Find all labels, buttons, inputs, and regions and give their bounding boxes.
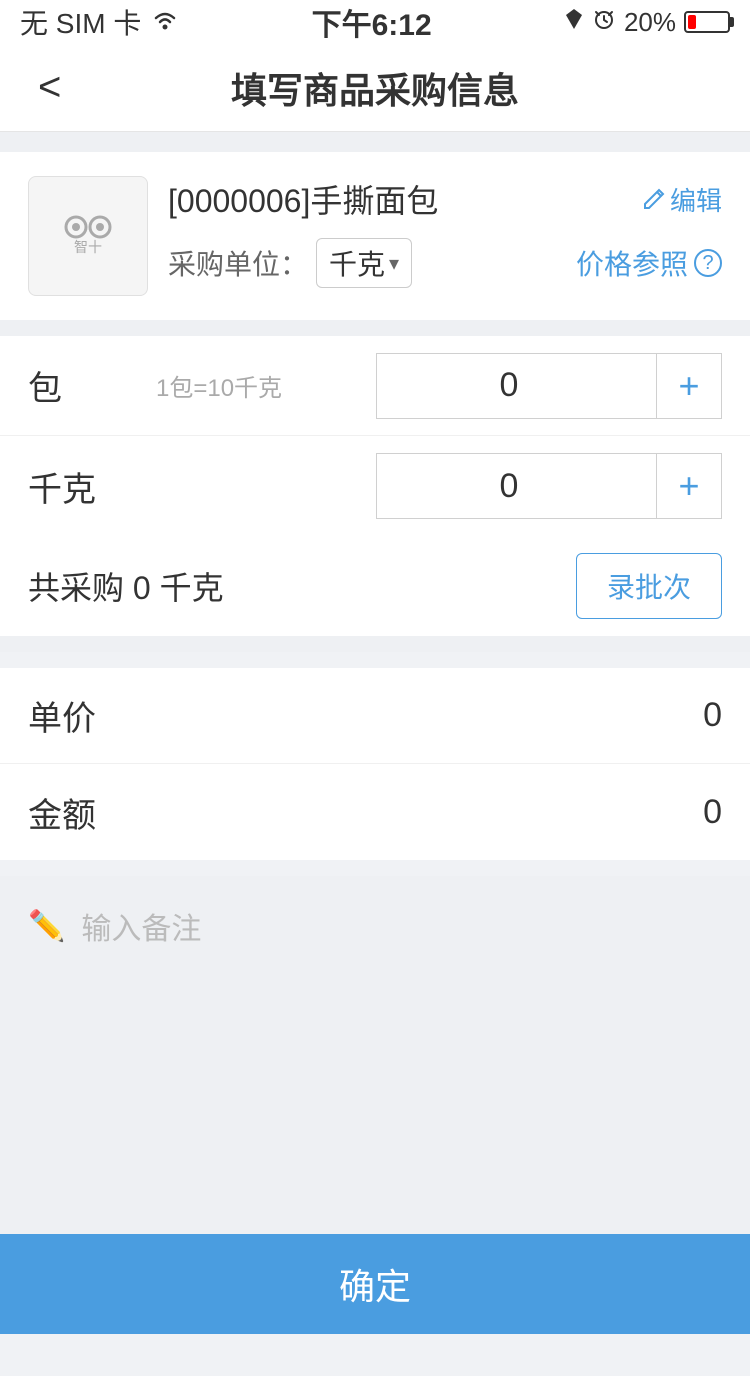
product-info: [0000006]手撕面包 编辑 采购单位： 千克 ▾ 价格参照 ? [168, 176, 722, 288]
price-info-section: 单价 0 金额 0 [0, 668, 750, 860]
section-divider-1 [0, 320, 750, 336]
kg-input-row: 千克 + [0, 436, 750, 536]
amount-row: 金额 0 [0, 764, 750, 860]
amount-label: 金额 [28, 788, 96, 837]
status-time: 下午6:12 [312, 0, 432, 44]
alarm-icon [592, 7, 616, 38]
section-divider-2 [0, 636, 750, 652]
kg-plus-button[interactable]: + [656, 453, 722, 519]
product-card: 智十 [0000006]手撕面包 编辑 采购单位： 千克 ▾ [0, 152, 750, 320]
battery-percent: 20% [624, 7, 676, 38]
total-row: 共采购 0 千克 录批次 [0, 536, 750, 636]
product-name-row: [0000006]手撕面包 编辑 [168, 176, 722, 222]
help-icon: ? [694, 249, 722, 277]
location-icon [564, 7, 584, 38]
bag-input[interactable] [376, 353, 656, 419]
unit-row: 采购单位： 千克 ▾ 价格参照 ? [168, 238, 722, 288]
page-title: 填写商品采购信息 [231, 62, 519, 114]
top-divider [0, 132, 750, 152]
status-right: 20% [564, 7, 730, 38]
price-ref-button[interactable]: 价格参照 ? [576, 243, 722, 283]
kg-label: 千克 [28, 462, 148, 511]
amount-value: 0 [703, 793, 722, 832]
bag-input-row: 包 1包=10千克 + [0, 336, 750, 436]
unit-select[interactable]: 千克 ▾ [316, 238, 412, 288]
battery-icon [684, 11, 730, 33]
product-name: [0000006]手撕面包 [168, 176, 438, 222]
kg-input[interactable] [376, 453, 656, 519]
bag-label: 包 [28, 361, 148, 410]
carrier-label: 无 SIM 卡 [20, 2, 141, 42]
svg-text:智十: 智十 [74, 239, 102, 255]
bag-sub-label: 1包=10千克 [156, 368, 282, 403]
back-button[interactable]: < [28, 55, 71, 120]
nav-bar: < 填写商品采购信息 [0, 44, 750, 132]
pencil-icon: ✏️ [28, 909, 65, 944]
unit-price-row: 单价 0 [0, 668, 750, 764]
bag-plus-button[interactable]: + [656, 353, 722, 419]
chevron-down-icon: ▾ [389, 251, 399, 276]
unit-label: 采购单位： [168, 243, 308, 283]
note-placeholder: 输入备注 [81, 904, 201, 948]
unit-price-value: 0 [703, 696, 722, 735]
product-logo: 智十 [58, 207, 118, 265]
batch-button[interactable]: 录批次 [576, 553, 722, 619]
confirm-button[interactable]: 确定 [0, 1234, 750, 1334]
status-bar: 无 SIM 卡 下午6:12 20% [0, 0, 750, 44]
unit-price-label: 单价 [28, 691, 96, 740]
total-text: 共采购 0 千克 [28, 563, 224, 609]
product-image: 智十 [28, 176, 148, 296]
wifi-icon [151, 6, 179, 38]
content-spacer [0, 976, 750, 1276]
note-section[interactable]: ✏️ 输入备注 [0, 876, 750, 976]
input-section: 包 1包=10千克 + 千克 + [0, 336, 750, 536]
edit-button[interactable]: 编辑 [642, 181, 722, 218]
status-left: 无 SIM 卡 [20, 2, 179, 42]
